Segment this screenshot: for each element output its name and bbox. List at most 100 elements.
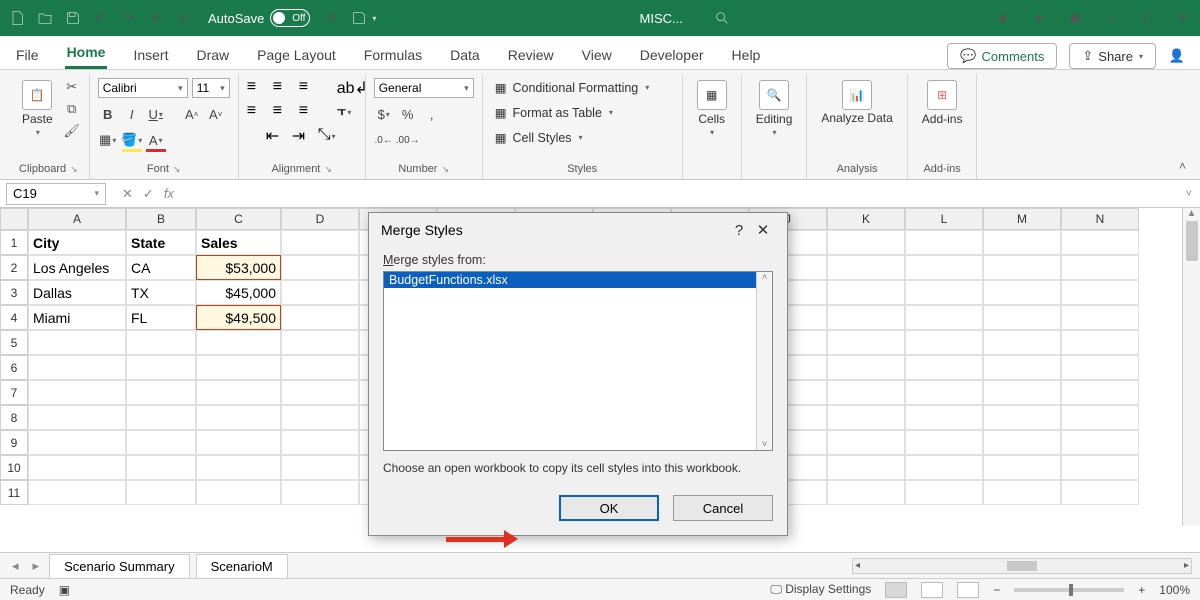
new-file-icon[interactable]	[8, 9, 26, 27]
cancel-formula-icon[interactable]: ✕	[122, 186, 133, 202]
open-file-icon[interactable]	[36, 9, 54, 27]
cell[interactable]	[983, 255, 1061, 280]
percent-icon[interactable]: %	[398, 104, 418, 124]
app-switch-icon[interactable]: ▣	[1066, 9, 1084, 27]
row-header[interactable]: 1	[0, 230, 28, 255]
column-header[interactable]: A	[28, 208, 126, 230]
cell[interactable]	[126, 405, 196, 430]
minimize-icon[interactable]: —	[1102, 9, 1120, 27]
zoom-out-icon[interactable]: −	[993, 583, 1000, 597]
cell[interactable]	[28, 455, 126, 480]
save-icon[interactable]	[64, 9, 82, 27]
decrease-decimal-icon[interactable]: .00→	[398, 130, 418, 150]
user-icon[interactable]: 👤	[1168, 47, 1186, 65]
row-header[interactable]: 8	[0, 405, 28, 430]
tab-review[interactable]: Review	[506, 41, 556, 69]
cell[interactable]	[905, 305, 983, 330]
cell[interactable]	[905, 430, 983, 455]
column-header[interactable]: C	[196, 208, 281, 230]
list-item[interactable]: BudgetFunctions.xlsx	[384, 272, 772, 288]
maximize-icon[interactable]: ▢	[1138, 9, 1156, 27]
normal-view-icon[interactable]	[885, 582, 907, 598]
cell[interactable]	[827, 330, 905, 355]
align-right-icon[interactable]: ≡	[299, 102, 319, 120]
increase-decimal-icon[interactable]: .0←	[374, 130, 394, 150]
tab-formulas[interactable]: Formulas	[362, 41, 424, 69]
font-size-combo[interactable]: 11▾	[192, 78, 230, 98]
redo-icon[interactable]: ↷	[120, 9, 138, 27]
cell[interactable]	[983, 355, 1061, 380]
indent-decrease-icon[interactable]: ⇤	[266, 126, 286, 144]
cell[interactable]	[1061, 480, 1139, 505]
currency-icon[interactable]: $▾	[374, 104, 394, 124]
dialog-help-icon[interactable]: ?	[727, 222, 751, 239]
merge-center-icon[interactable]: ⫟▾	[337, 102, 357, 120]
cell[interactable]	[905, 355, 983, 380]
cell[interactable]	[905, 405, 983, 430]
cell[interactable]	[281, 330, 359, 355]
cell[interactable]	[905, 455, 983, 480]
cell[interactable]: $53,000	[196, 255, 281, 280]
copy-icon[interactable]: ⧉	[63, 100, 81, 118]
conditional-formatting-button[interactable]: ▦Conditional Formatting▾	[491, 78, 654, 97]
save-icon-2[interactable]	[350, 9, 368, 27]
cell[interactable]: Dallas	[28, 280, 126, 305]
cell[interactable]	[281, 255, 359, 280]
cell[interactable]	[126, 430, 196, 455]
formula-input[interactable]	[184, 183, 1178, 205]
share-button[interactable]: ⇪Share▾	[1069, 43, 1156, 69]
number-launcher-icon[interactable]: ↘	[441, 164, 449, 175]
refresh-icon[interactable]: ⟳	[322, 9, 340, 27]
tab-page-layout[interactable]: Page Layout	[255, 41, 338, 69]
orientation-icon[interactable]: ⤡▾	[318, 126, 338, 144]
cell[interactable]	[126, 480, 196, 505]
cell[interactable]	[905, 230, 983, 255]
cell[interactable]	[983, 380, 1061, 405]
cell[interactable]: $45,000	[196, 280, 281, 305]
cell[interactable]	[196, 455, 281, 480]
tab-draw[interactable]: Draw	[194, 41, 231, 69]
cell[interactable]	[126, 380, 196, 405]
macro-record-icon[interactable]: ▣	[59, 583, 70, 597]
column-header[interactable]: N	[1061, 208, 1139, 230]
tab-nav-prev-icon[interactable]: ◂	[8, 558, 23, 574]
cell[interactable]	[1061, 230, 1139, 255]
tab-help[interactable]: Help	[730, 41, 763, 69]
border-button[interactable]: ▦▾	[98, 130, 118, 150]
cell[interactable]	[28, 430, 126, 455]
display-settings-button[interactable]: 🖵 Display Settings	[770, 582, 871, 597]
number-format-combo[interactable]: General▾	[374, 78, 474, 98]
cell[interactable]	[196, 405, 281, 430]
cell[interactable]: Los Angeles	[28, 255, 126, 280]
dialog-close-icon[interactable]: ✕	[751, 221, 775, 239]
cell[interactable]: FL	[126, 305, 196, 330]
analyze-data-button[interactable]: 📊Analyze Data	[815, 78, 898, 127]
row-header[interactable]: 4	[0, 305, 28, 330]
cell[interactable]	[827, 230, 905, 255]
enter-formula-icon[interactable]: ✓	[143, 186, 154, 202]
collapse-ribbon-icon[interactable]: ˄	[1179, 159, 1186, 173]
cell[interactable]	[196, 380, 281, 405]
cell[interactable]	[281, 455, 359, 480]
cell[interactable]	[126, 330, 196, 355]
cell[interactable]	[281, 305, 359, 330]
cell[interactable]	[905, 330, 983, 355]
cell[interactable]	[827, 430, 905, 455]
font-launcher-icon[interactable]: ↘	[173, 164, 181, 175]
cell[interactable]	[827, 355, 905, 380]
align-bottom-icon[interactable]: ≡	[299, 78, 319, 96]
indent-increase-icon[interactable]: ⇥	[292, 126, 312, 144]
cell[interactable]	[281, 480, 359, 505]
cell[interactable]	[1061, 280, 1139, 305]
align-left-icon[interactable]: ≡	[247, 102, 267, 120]
sheet-tab[interactable]: Scenario Summary	[49, 554, 190, 578]
tab-insert[interactable]: Insert	[131, 41, 170, 69]
cell[interactable]	[281, 430, 359, 455]
cell[interactable]: $49,500	[196, 305, 281, 330]
underline-button[interactable]: U▾	[146, 104, 166, 124]
cell[interactable]	[126, 455, 196, 480]
cell[interactable]	[827, 305, 905, 330]
cell[interactable]	[1061, 430, 1139, 455]
workbook-list[interactable]: BudgetFunctions.xlsx ˄˅	[383, 271, 773, 451]
diamond-icon[interactable]: ◈	[994, 9, 1012, 27]
